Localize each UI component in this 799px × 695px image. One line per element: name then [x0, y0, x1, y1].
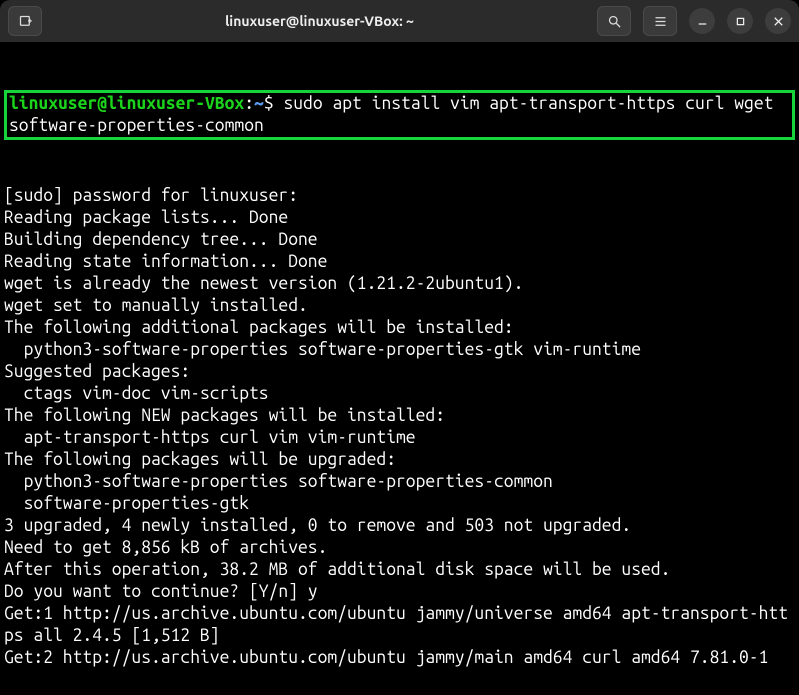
highlighted-command: linuxuser@linuxuser-VBox:~$ sudo apt ins…	[4, 90, 795, 140]
output-line: Suggested packages:	[4, 361, 795, 383]
output-line: After this operation, 38.2 MB of additio…	[4, 559, 795, 581]
output-line: Do you want to continue? [Y/n] y	[4, 581, 795, 603]
output-line: Need to get 8,856 kB of archives.	[4, 537, 795, 559]
prompt-separator: :	[244, 94, 254, 113]
search-button[interactable]	[597, 6, 631, 36]
output-line: ctags vim-doc vim-scripts	[4, 383, 795, 405]
search-icon	[607, 14, 622, 29]
hamburger-icon	[653, 14, 668, 29]
minimize-button[interactable]	[689, 8, 715, 34]
output-line: Get:2 http://us.archive.ubuntu.com/ubunt…	[4, 647, 795, 669]
output-line: Get:1 http://us.archive.ubuntu.com/ubunt…	[4, 603, 795, 647]
output-line: 3 upgraded, 4 newly installed, 0 to remo…	[4, 515, 795, 537]
output-line: Building dependency tree... Done	[4, 229, 795, 251]
new-tab-button[interactable]	[8, 6, 42, 36]
output-line: The following packages will be upgraded:	[4, 449, 795, 471]
output-line: Reading package lists... Done	[4, 207, 795, 229]
maximize-icon	[733, 14, 748, 29]
prompt-path: ~	[254, 94, 264, 113]
hamburger-menu-button[interactable]	[643, 6, 677, 36]
window-title: linuxuser@linuxuser-VBox: ~	[50, 13, 589, 29]
close-button[interactable]	[765, 8, 791, 34]
prompt-user-host: linuxuser@linuxuser-VBox	[9, 94, 244, 113]
prompt-dollar: $	[264, 94, 274, 113]
titlebar: linuxuser@linuxuser-VBox: ~	[0, 0, 799, 42]
output-line: [sudo] password for linuxuser:	[4, 185, 795, 207]
close-icon	[771, 14, 786, 29]
output-line: apt-transport-https curl vim vim-runtime	[4, 427, 795, 449]
terminal-body[interactable]: linuxuser@linuxuser-VBox:~$ sudo apt ins…	[0, 42, 799, 695]
minimize-icon	[695, 14, 710, 29]
output-line: The following NEW packages will be insta…	[4, 405, 795, 427]
output-line: wget is already the newest version (1.21…	[4, 273, 795, 295]
output-line: python3-software-properties software-pro…	[4, 339, 795, 361]
output-line: wget set to manually installed.	[4, 295, 795, 317]
output-line: python3-software-properties software-pro…	[4, 471, 795, 493]
new-tab-icon	[18, 14, 33, 29]
output-line: software-properties-gtk	[4, 493, 795, 515]
titlebar-left	[8, 6, 42, 36]
output-line: Reading state information... Done	[4, 251, 795, 273]
terminal-output: [sudo] password for linuxuser: Reading p…	[4, 185, 795, 669]
titlebar-right	[597, 6, 791, 36]
output-line: The following additional packages will b…	[4, 317, 795, 339]
maximize-button[interactable]	[727, 8, 753, 34]
